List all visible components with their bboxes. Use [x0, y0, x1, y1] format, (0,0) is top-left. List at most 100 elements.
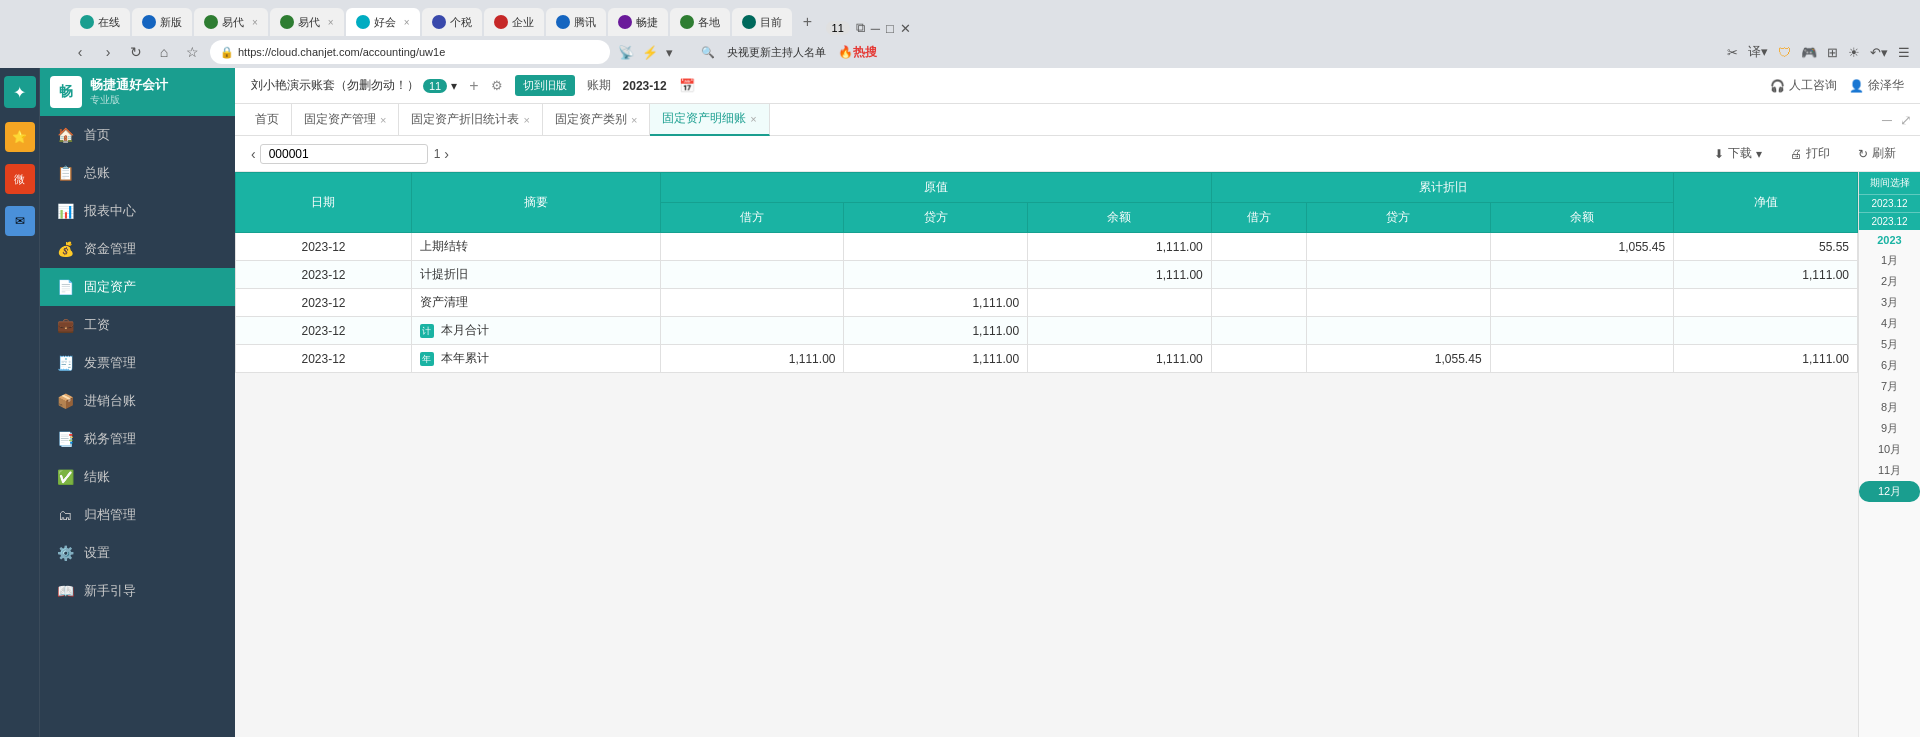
refresh-icon: ↻	[1858, 147, 1868, 161]
game-icon[interactable]: 🎮	[1801, 45, 1817, 60]
tab-close-fixed-mgmt[interactable]: ×	[380, 114, 386, 126]
minimize-icon[interactable]: ─	[871, 21, 880, 36]
period-month-3[interactable]: 3月	[1859, 292, 1920, 313]
sidebar-item-home[interactable]: 🏠 首页	[40, 116, 235, 154]
browser-tab-changjie[interactable]: 畅捷	[608, 8, 668, 36]
page-tabs: 首页 固定资产管理 × 固定资产折旧统计表 × 固定资产类别 × 固定资产明细账…	[235, 104, 1920, 136]
next-account-button[interactable]: ›	[444, 146, 449, 162]
sidebar-item-guide[interactable]: 📖 新手引导	[40, 572, 235, 610]
browser-tab-yidai1[interactable]: 易代 ×	[194, 8, 268, 36]
expand-panel-icon[interactable]: ⤢	[1900, 112, 1912, 128]
refresh-button[interactable]: ↻ 刷新	[1850, 142, 1904, 165]
history-icon[interactable]: ↶▾	[1870, 45, 1888, 60]
home-button[interactable]: ⌂	[154, 42, 174, 62]
browser-tab-yidai2[interactable]: 易代 ×	[270, 8, 344, 36]
tab-fixed-asset-cat[interactable]: 固定资产类别 ×	[543, 104, 650, 136]
period-calendar-icon[interactable]: 📅	[679, 78, 695, 93]
period-month-2[interactable]: 2月	[1859, 271, 1920, 292]
address-input[interactable]: 🔒 https://cloud.chanjet.com/accounting/u…	[210, 40, 610, 64]
period-month-5[interactable]: 5月	[1859, 334, 1920, 355]
account-selector[interactable]: 刘小艳演示账套（勿删勿动！） 11 ▾	[251, 77, 457, 94]
menu-icon[interactable]: ☰	[1898, 45, 1910, 60]
sidebar-item-archive[interactable]: 🗂 归档管理	[40, 496, 235, 534]
back-button[interactable]: ‹	[70, 42, 90, 62]
browser-tab-tengxun[interactable]: 腾讯	[546, 8, 606, 36]
cast-icon[interactable]: 📡	[618, 45, 634, 60]
browser-tab-gedi[interactable]: 各地	[670, 8, 730, 36]
star-button[interactable]: ⭐	[5, 122, 35, 152]
tab-fixed-asset-mgmt[interactable]: 固定资产管理 ×	[292, 104, 399, 136]
period-month-4[interactable]: 4月	[1859, 313, 1920, 334]
period-month-12[interactable]: 12月	[1859, 481, 1920, 502]
scissors-icon[interactable]: ✂	[1727, 45, 1738, 60]
sidebar-item-salary[interactable]: 💼 工资	[40, 306, 235, 344]
grid-icon[interactable]: ⊞	[1827, 45, 1838, 60]
close-browser-icon[interactable]: ✕	[900, 21, 911, 36]
period-month-8[interactable]: 8月	[1859, 397, 1920, 418]
account-settings-icon[interactable]: ⚙	[491, 78, 503, 93]
sidebar-item-fund[interactable]: 💰 资金管理	[40, 230, 235, 268]
service-button[interactable]: 🎧 人工咨询	[1770, 77, 1837, 94]
account-number-input[interactable]	[260, 144, 428, 164]
settings-icon: ⚙️	[56, 544, 74, 562]
maximize-icon[interactable]: □	[886, 21, 894, 36]
download-dropdown-icon: ▾	[1756, 147, 1762, 161]
tab-close-fixed-cat[interactable]: ×	[631, 114, 637, 126]
period-month-7[interactable]: 7月	[1859, 376, 1920, 397]
tab-home[interactable]: 首页	[243, 104, 292, 136]
brightness-icon[interactable]: ☀	[1848, 45, 1860, 60]
sidebar-item-purchase[interactable]: 📦 进销台账	[40, 382, 235, 420]
tab-close-yidai1[interactable]: ×	[252, 17, 258, 28]
search-bar[interactable]: 🔍 央视更新主持人名单 🔥热搜	[701, 44, 877, 61]
mail-button[interactable]: ✉	[5, 206, 35, 236]
prev-account-button[interactable]: ‹	[251, 146, 256, 162]
print-button[interactable]: 🖨 打印	[1782, 142, 1838, 165]
period-month-6[interactable]: 6月	[1859, 355, 1920, 376]
bookmark-button[interactable]: ☆	[182, 42, 202, 62]
weibo-button[interactable]: 微	[5, 164, 35, 194]
minimize-panel-icon[interactable]: ─	[1882, 112, 1892, 128]
translate-icon[interactable]: 译▾	[1748, 43, 1768, 61]
period-month-10[interactable]: 10月	[1859, 439, 1920, 460]
browser-tab-geshui[interactable]: 个税	[422, 8, 482, 36]
tab-fixed-asset-dep[interactable]: 固定资产折旧统计表 ×	[399, 104, 542, 136]
period-month-1[interactable]: 1月	[1859, 250, 1920, 271]
browser-tab-haokuai[interactable]: 好会 ×	[346, 8, 420, 36]
sidebar-item-checkout[interactable]: ✅ 结账	[40, 458, 235, 496]
row2-net: 1,111.00	[1674, 261, 1858, 289]
user-profile[interactable]: 👤 徐泽华	[1849, 77, 1904, 94]
forward-button[interactable]: ›	[98, 42, 118, 62]
browser-tab-muqian[interactable]: 目前	[732, 8, 792, 36]
browser-tab-online[interactable]: 在线	[70, 8, 130, 36]
lightning-icon[interactable]: ⚡	[642, 45, 658, 60]
tab-close-yidai2[interactable]: ×	[328, 17, 334, 28]
period-month-11[interactable]: 11月	[1859, 460, 1920, 481]
sidebar-item-fixed[interactable]: 📄 固定资产	[40, 268, 235, 306]
restore-window-icon[interactable]: ⧉	[856, 20, 865, 36]
sidebar-label-fixed: 固定资产	[84, 278, 136, 296]
sidebar-item-invoice[interactable]: 🧾 发票管理	[40, 344, 235, 382]
search-icon: 🔍	[701, 46, 715, 59]
account-add-icon[interactable]: +	[469, 77, 478, 95]
row4-orig-debit	[660, 317, 844, 345]
tab-close-fixed-detail[interactable]: ×	[750, 113, 756, 125]
download-button[interactable]: ⬇ 下载 ▾	[1706, 142, 1770, 165]
new-tab-button[interactable]: +	[794, 8, 822, 36]
dropdown-icon[interactable]: ▾	[666, 45, 673, 60]
tab-close-haokuai[interactable]: ×	[404, 17, 410, 28]
sidebar-item-tax[interactable]: 📑 税务管理	[40, 420, 235, 458]
shield-icon[interactable]: 🛡	[1778, 45, 1791, 60]
row2-dep-balance	[1490, 261, 1674, 289]
browser-tab-new[interactable]: 新版	[132, 8, 192, 36]
sidebar-item-report[interactable]: 📊 报表中心	[40, 192, 235, 230]
row2-orig-balance: 1,111.00	[1028, 261, 1212, 289]
table-row: 2023-12 年 本年累计 1,111.00 1,111.00 1,111.0…	[236, 345, 1858, 373]
sidebar-item-settings[interactable]: ⚙️ 设置	[40, 534, 235, 572]
browser-tab-qiye[interactable]: 企业	[484, 8, 544, 36]
switch-version-button[interactable]: 切到旧版	[515, 75, 575, 96]
tab-fixed-asset-detail[interactable]: 固定资产明细账 ×	[650, 104, 769, 136]
reload-button[interactable]: ↻	[126, 42, 146, 62]
period-month-9[interactable]: 9月	[1859, 418, 1920, 439]
sidebar-item-ledger[interactable]: 📋 总账	[40, 154, 235, 192]
tab-close-fixed-dep[interactable]: ×	[523, 114, 529, 126]
